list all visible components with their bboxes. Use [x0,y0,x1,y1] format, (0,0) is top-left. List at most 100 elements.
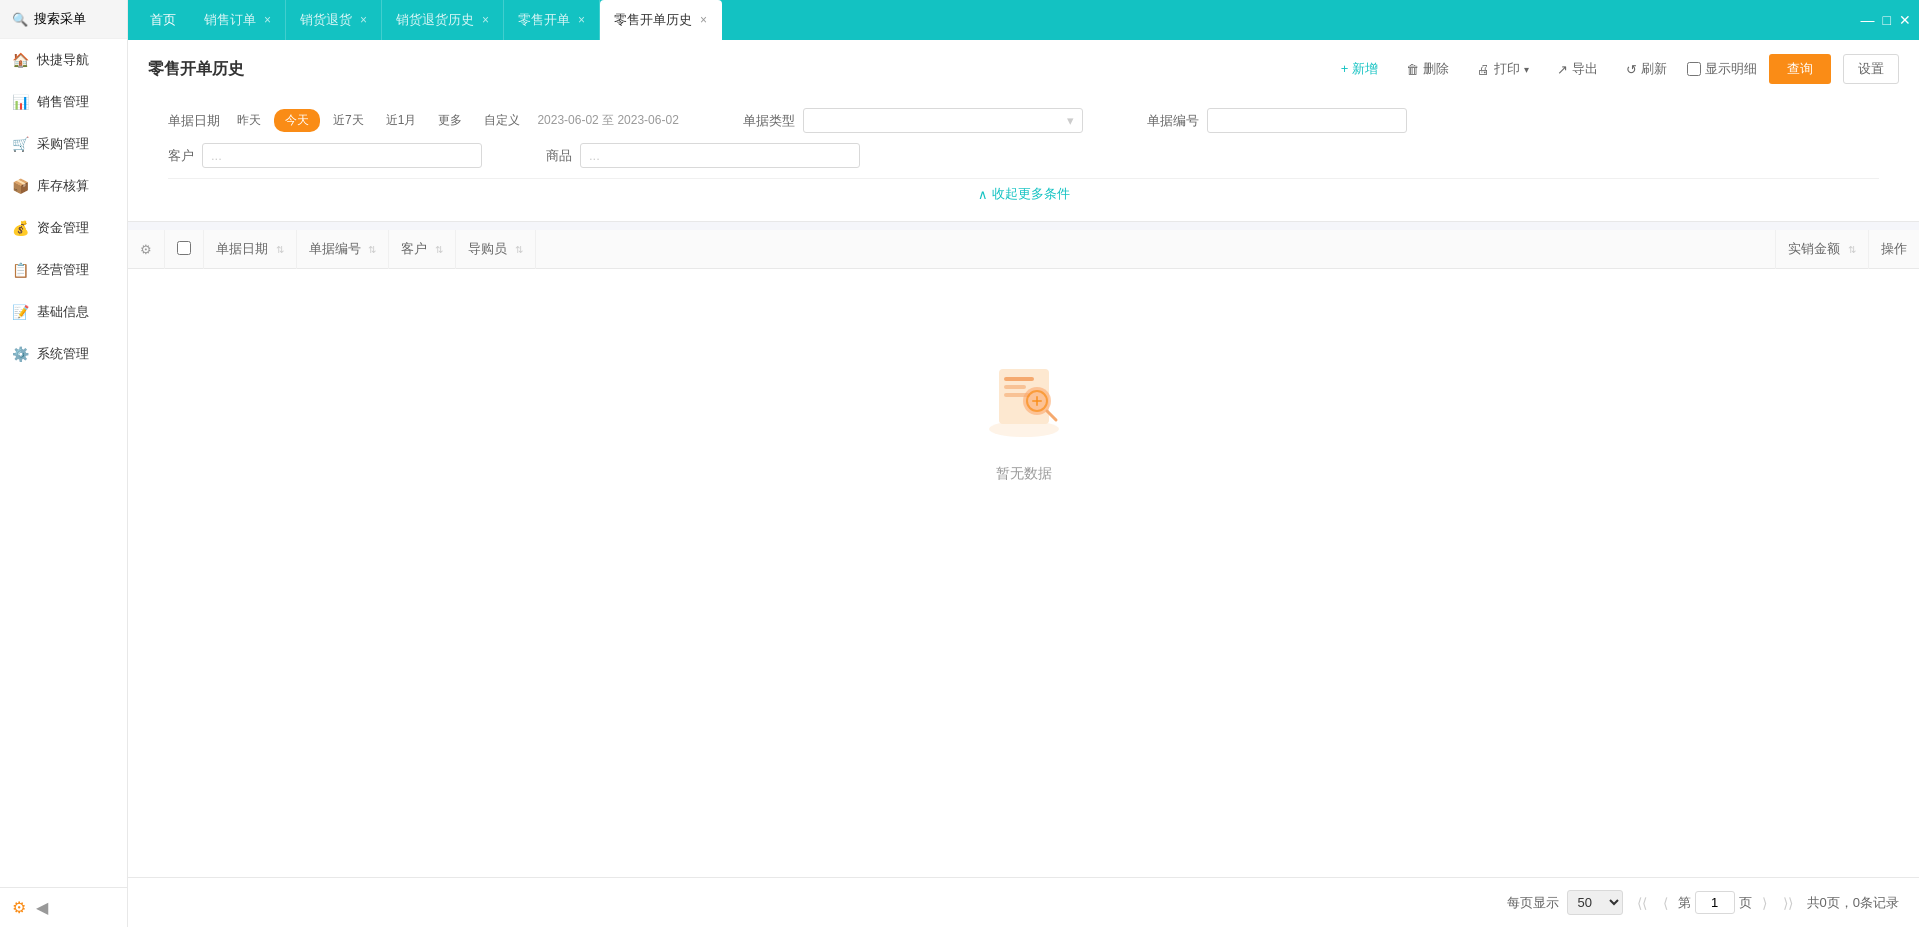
number-filter-input[interactable] [1207,108,1407,133]
total-label: 共0页，0条记录 [1807,894,1899,912]
sidebar-label-inventory: 库存核算 [37,177,89,195]
settings-filter-button[interactable]: 设置 [1843,54,1899,84]
select-all-checkbox[interactable] [177,241,191,255]
page-num-label: 第 [1678,894,1691,912]
print-label: 打印 [1494,60,1520,78]
prev-page-btn[interactable]: ⟨ [1657,893,1674,913]
sidebar-item-sys-mgmt[interactable]: ⚙️ 系统管理 [0,333,127,375]
empty-text: 暂无数据 [996,465,1052,483]
more-btn[interactable]: 更多 [429,109,471,132]
tab-sales-return[interactable]: 销货退货 × [286,0,382,40]
tab-retail-history-close[interactable]: × [700,13,707,27]
sort-number-icon[interactable]: ⇅ [368,244,376,255]
money-icon: 💰 [12,220,29,236]
page-header: 零售开单历史 + 新增 🗑 删除 🖨 打印 ▾ ↗ 导出 [128,40,1919,222]
main-content: 首页 销售订单 × 销货退货 × 销货退货历史 × 零售开单 × 零售开单历史 … [128,0,1919,927]
filter-goods-item: 商品 ... [546,143,860,168]
next-page-btn[interactable]: ⟩ [1756,893,1773,913]
sidebar-label-basic: 基础信息 [37,303,89,321]
print-button[interactable]: 🖨 打印 ▾ [1469,56,1537,82]
sidebar-search[interactable]: 🔍 搜索采单 [0,0,127,39]
doc-icon: 📝 [12,304,29,320]
page-size-select[interactable]: 50 10 20 100 [1567,890,1623,915]
toolbar-buttons: + 新增 🗑 删除 🖨 打印 ▾ ↗ 导出 ↺ [1333,54,1899,84]
goods-filter-label: 商品 [546,147,572,165]
delete-icon: 🗑 [1406,62,1419,77]
minimize-icon[interactable]: — [1861,12,1875,28]
refresh-label: 刷新 [1641,60,1667,78]
tab-sales-order-label: 销售订单 [204,11,256,29]
collapse-more-btn[interactable]: ∧ 收起更多条件 [168,178,1879,209]
collapse-label: 收起更多条件 [992,185,1070,203]
page-size-label: 每页显示 [1507,894,1559,912]
sidebar-item-sales-mgmt[interactable]: 📊 销售管理 [0,81,127,123]
page-number-input[interactable] [1695,891,1735,914]
sidebar-label-sys: 系统管理 [37,345,89,363]
number-filter-label: 单据编号 [1147,112,1199,130]
query-button[interactable]: 查询 [1769,54,1831,84]
tab-retail-open[interactable]: 零售开单 × [504,0,600,40]
col-amount-label: 实销金额 [1788,241,1840,256]
maximize-icon[interactable]: □ [1883,12,1891,28]
sidebar-item-operations[interactable]: 📋 经营管理 [0,249,127,291]
delete-button[interactable]: 🗑 删除 [1398,56,1457,82]
svg-rect-3 [1004,385,1026,389]
col-guide-label: 导购员 [468,241,507,256]
tab-sales-return-history[interactable]: 销货退货历史 × [382,0,504,40]
sidebar-item-inventory[interactable]: 📦 库存核算 [0,165,127,207]
goods-filter-select[interactable]: ... [580,143,860,168]
tab-home-label: 首页 [150,11,176,29]
sidebar-item-quick-nav[interactable]: 🏠 快捷导航 [0,39,127,81]
sidebar-item-purchase-mgmt[interactable]: 🛒 采购管理 [0,123,127,165]
type-filter-select[interactable]: ▾ [803,108,1083,133]
filter-date-item: 单据日期 昨天 今天 近7天 近1月 更多 自定义 2023-06-02 至 2… [168,109,679,132]
refresh-icon: ↺ [1626,62,1637,77]
sidebar-item-finance[interactable]: 💰 资金管理 [0,207,127,249]
sort-amount-icon[interactable]: ⇅ [1848,244,1856,255]
refresh-button[interactable]: ↺ 刷新 [1618,56,1675,82]
tab-sales-return-close[interactable]: × [360,13,367,27]
filter-area: 单据日期 昨天 今天 近7天 近1月 更多 自定义 2023-06-02 至 2… [148,96,1899,221]
sidebar-label-finance: 资金管理 [37,219,89,237]
col-date: 单据日期 ⇅ [204,230,297,269]
svg-rect-2 [1004,377,1034,381]
close-window-icon[interactable]: ✕ [1899,12,1911,28]
home-icon: 🏠 [12,52,29,68]
tab-sales-order-close[interactable]: × [264,13,271,27]
print-chevron-icon: ▾ [1524,64,1529,75]
table-settings-icon[interactable]: ⚙ [140,242,152,257]
settings-gear-icon[interactable]: ⚙ [12,898,26,917]
tab-retail-open-close[interactable]: × [578,13,585,27]
last-page-btn[interactable]: ⟩⟩ [1777,893,1799,913]
first-page-btn[interactable]: ⟨⟨ [1631,893,1653,913]
tab-sales-order[interactable]: 销售订单 × [190,0,286,40]
sidebar-item-basic-info[interactable]: 📝 基础信息 [0,291,127,333]
page-of-label: 页 [1739,894,1752,912]
sidebar-bottom: ⚙ ◀ [0,887,127,927]
add-button[interactable]: + 新增 [1333,56,1386,82]
tab-sales-return-history-label: 销货退货历史 [396,11,474,29]
col-action-label: 操作 [1881,241,1907,256]
sort-guide-icon[interactable]: ⇅ [515,244,523,255]
sort-customer-icon[interactable]: ⇅ [435,244,443,255]
tab-retail-open-label: 零售开单 [518,11,570,29]
today-btn[interactable]: 今天 [274,109,320,132]
empty-illustration [974,349,1074,449]
goods-placeholder: ... [589,148,600,163]
clipboard-icon: 📋 [12,262,29,278]
display-detail-checkbox-label[interactable]: 显示明细 [1687,60,1757,78]
custom-btn[interactable]: 自定义 [475,109,529,132]
yesterday-btn[interactable]: 昨天 [228,109,270,132]
1month-btn[interactable]: 近1月 [377,109,426,132]
delete-label: 删除 [1423,60,1449,78]
tab-sales-return-history-close[interactable]: × [482,13,489,27]
7days-btn[interactable]: 近7天 [324,109,373,132]
collapse-sidebar-icon[interactable]: ◀ [36,898,48,917]
tab-retail-history[interactable]: 零售开单历史 × [600,0,722,40]
sort-date-icon[interactable]: ⇅ [276,244,284,255]
export-button[interactable]: ↗ 导出 [1549,56,1606,82]
display-detail-checkbox[interactable] [1687,62,1701,76]
sidebar: 🔍 搜索采单 🏠 快捷导航 📊 销售管理 🛒 采购管理 📦 库存核算 💰 资金管… [0,0,128,927]
customer-filter-select[interactable]: ... [202,143,482,168]
tab-home[interactable]: 首页 [136,0,190,40]
